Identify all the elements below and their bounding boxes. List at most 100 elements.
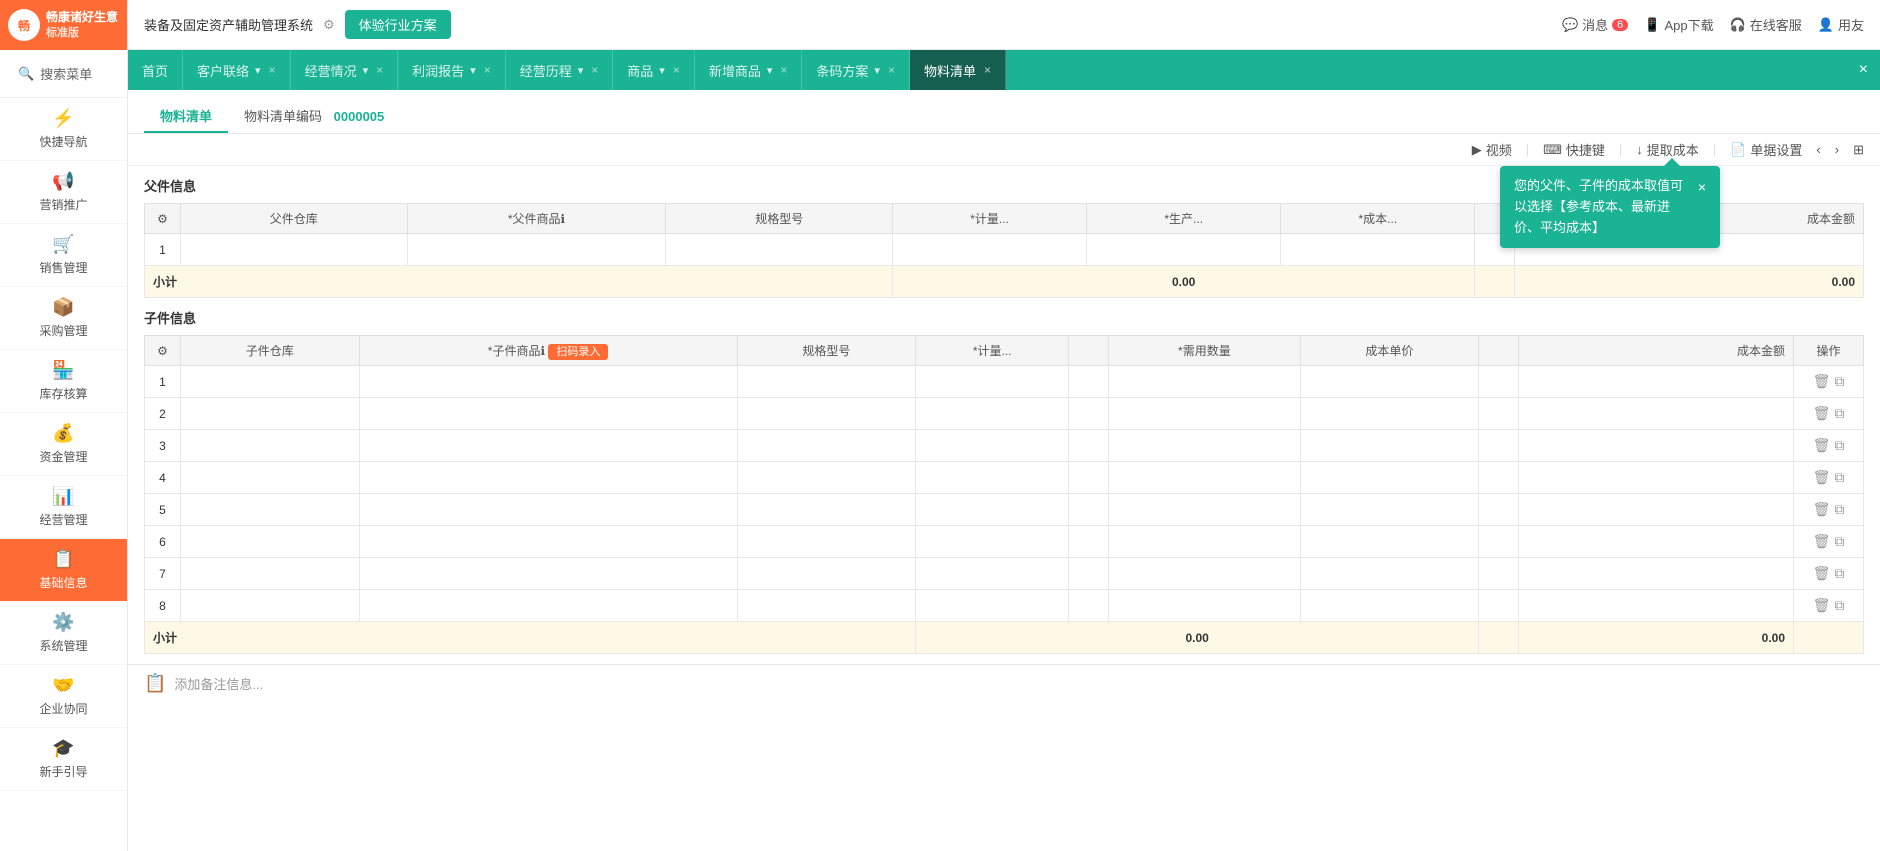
video-button[interactable]: ▶ 视频	[1472, 140, 1512, 159]
sidebar-item-sales[interactable]: 🛒 销售管理	[0, 224, 127, 287]
parent-unit-cell[interactable]	[893, 234, 1087, 266]
child-spec-cell[interactable]	[737, 430, 916, 462]
single-settings-button[interactable]: 📄 单据设置	[1730, 140, 1802, 159]
child-qty-cell[interactable]	[1109, 526, 1300, 558]
child-product-cell[interactable]	[359, 558, 737, 590]
nav-tab-profit[interactable]: 利润报告 ▾ ×	[398, 50, 506, 90]
user-menu-button[interactable]: 👤 用友	[1818, 15, 1864, 34]
copy-icon[interactable]: ⧉	[1834, 597, 1844, 614]
copy-icon[interactable]: ⧉	[1834, 565, 1844, 582]
child-warehouse-cell[interactable]	[181, 526, 360, 558]
sidebar-item-basicinfo[interactable]: 📋 基础信息	[0, 539, 127, 602]
child-unit-cell[interactable]	[916, 398, 1069, 430]
nav-next-button[interactable]: ›	[1835, 142, 1839, 157]
shortcut-button[interactable]: ⌨ 快捷键	[1543, 140, 1605, 159]
sidebar-item-collab[interactable]: 🤝 企业协同	[0, 665, 127, 728]
sidebar-item-quicknav[interactable]: ⚡ 快捷导航	[0, 98, 127, 161]
child-unit-cell[interactable]	[916, 558, 1069, 590]
child-spec-cell[interactable]	[737, 462, 916, 494]
copy-icon[interactable]: ⧉	[1834, 405, 1844, 422]
nav-tab-barcode[interactable]: 条码方案 ▾ ×	[802, 50, 910, 90]
child-qty-cell[interactable]	[1109, 398, 1300, 430]
sidebar-item-operations[interactable]: 📊 经营管理	[0, 476, 127, 539]
child-warehouse-cell[interactable]	[181, 558, 360, 590]
grid-view-button[interactable]: ⊞	[1853, 142, 1864, 158]
child-product-cell[interactable]	[359, 398, 737, 430]
child-product-cell[interactable]	[359, 526, 737, 558]
copy-icon[interactable]: ⧉	[1834, 373, 1844, 390]
tooltip-close-button[interactable]: ×	[1698, 176, 1706, 198]
sidebar-item-finance[interactable]: 💰 资金管理	[0, 413, 127, 476]
child-warehouse-cell[interactable]	[181, 366, 360, 398]
close-icon[interactable]: ×	[591, 63, 598, 77]
child-spec-cell[interactable]	[737, 494, 916, 526]
message-button[interactable]: 💬 消息 6	[1562, 15, 1628, 34]
scan-button[interactable]: 扫码录入	[548, 344, 608, 360]
close-icon[interactable]: ×	[673, 63, 680, 77]
close-icon[interactable]: ×	[484, 63, 491, 77]
sidebar-item-marketing[interactable]: 📢 营销推广	[0, 161, 127, 224]
parent-col-settings[interactable]: ⚙	[145, 204, 181, 234]
sidebar-item-purchase[interactable]: 📦 采购管理	[0, 287, 127, 350]
child-unit-cell[interactable]	[916, 590, 1069, 622]
close-icon[interactable]: ×	[376, 63, 383, 77]
child-price-cell[interactable]	[1300, 558, 1479, 590]
child-warehouse-cell[interactable]	[181, 462, 360, 494]
extract-cost-button[interactable]: ↓ 提取成本	[1636, 140, 1699, 159]
parent-product-cell[interactable]	[407, 234, 666, 266]
sidebar-item-inventory[interactable]: 🏪 库存核算	[0, 350, 127, 413]
copy-icon[interactable]: ⧉	[1834, 437, 1844, 454]
child-qty-cell[interactable]	[1109, 494, 1300, 526]
parent-spec-cell[interactable]	[666, 234, 893, 266]
nav-tab-history[interactable]: 经营历程 ▾ ×	[506, 50, 614, 90]
child-qty-cell[interactable]	[1109, 558, 1300, 590]
child-price-cell[interactable]	[1300, 494, 1479, 526]
child-price-cell[interactable]	[1300, 590, 1479, 622]
child-unit-cell[interactable]	[916, 462, 1069, 494]
child-qty-cell[interactable]	[1109, 430, 1300, 462]
delete-icon[interactable]: 🗑	[1813, 373, 1831, 390]
close-icon[interactable]: ×	[984, 63, 991, 77]
child-warehouse-cell[interactable]	[181, 590, 360, 622]
child-price-cell[interactable]	[1300, 462, 1479, 494]
child-product-cell[interactable]	[359, 430, 737, 462]
sidebar-item-newguide[interactable]: 🎓 新手引导	[0, 728, 127, 791]
search-button[interactable]: 🔍 搜索菜单	[8, 58, 119, 89]
child-col-settings[interactable]: ⚙	[145, 336, 181, 366]
app-download-button[interactable]: 📱 App下载	[1644, 15, 1713, 34]
child-price-cell[interactable]	[1300, 366, 1479, 398]
child-warehouse-cell[interactable]	[181, 494, 360, 526]
child-price-cell[interactable]	[1300, 430, 1479, 462]
child-unit-cell[interactable]	[916, 366, 1069, 398]
delete-icon[interactable]: 🗑	[1813, 469, 1831, 486]
trial-button[interactable]: 体验行业方案	[345, 10, 451, 39]
delete-icon[interactable]: 🗑	[1813, 437, 1831, 454]
child-price-cell[interactable]	[1300, 526, 1479, 558]
sub-tab-bom-code[interactable]: 物料清单编码 0000005	[228, 100, 400, 133]
close-icon[interactable]: ×	[888, 63, 895, 77]
child-qty-cell[interactable]	[1109, 462, 1300, 494]
sub-tab-bom[interactable]: 物料清单	[144, 100, 228, 133]
nav-tab-newproduct[interactable]: 新增商品 ▾ ×	[695, 50, 803, 90]
nav-tab-product[interactable]: 商品 ▾ ×	[613, 50, 695, 90]
nav-tab-home[interactable]: 首页	[128, 50, 183, 90]
online-service-button[interactable]: 🎧 在线客服	[1730, 15, 1802, 34]
delete-icon[interactable]: 🗑	[1813, 565, 1831, 582]
sidebar-item-system[interactable]: ⚙️ 系统管理	[0, 602, 127, 665]
child-spec-cell[interactable]	[737, 398, 916, 430]
parent-warehouse-cell[interactable]	[181, 234, 408, 266]
copy-icon[interactable]: ⧉	[1834, 533, 1844, 550]
parent-production-cell[interactable]	[1087, 234, 1281, 266]
close-icon[interactable]: ×	[780, 63, 787, 77]
child-unit-cell[interactable]	[916, 494, 1069, 526]
child-warehouse-cell[interactable]	[181, 430, 360, 462]
child-warehouse-cell[interactable]	[181, 398, 360, 430]
delete-icon[interactable]: 🗑	[1813, 405, 1831, 422]
child-spec-cell[interactable]	[737, 366, 916, 398]
nav-tab-bom[interactable]: 物料清单 ×	[910, 50, 1006, 90]
child-product-cell[interactable]	[359, 494, 737, 526]
delete-icon[interactable]: 🗑	[1813, 597, 1831, 614]
delete-icon[interactable]: 🗑	[1813, 501, 1831, 518]
copy-icon[interactable]: ⧉	[1834, 501, 1844, 518]
child-qty-cell[interactable]	[1109, 590, 1300, 622]
